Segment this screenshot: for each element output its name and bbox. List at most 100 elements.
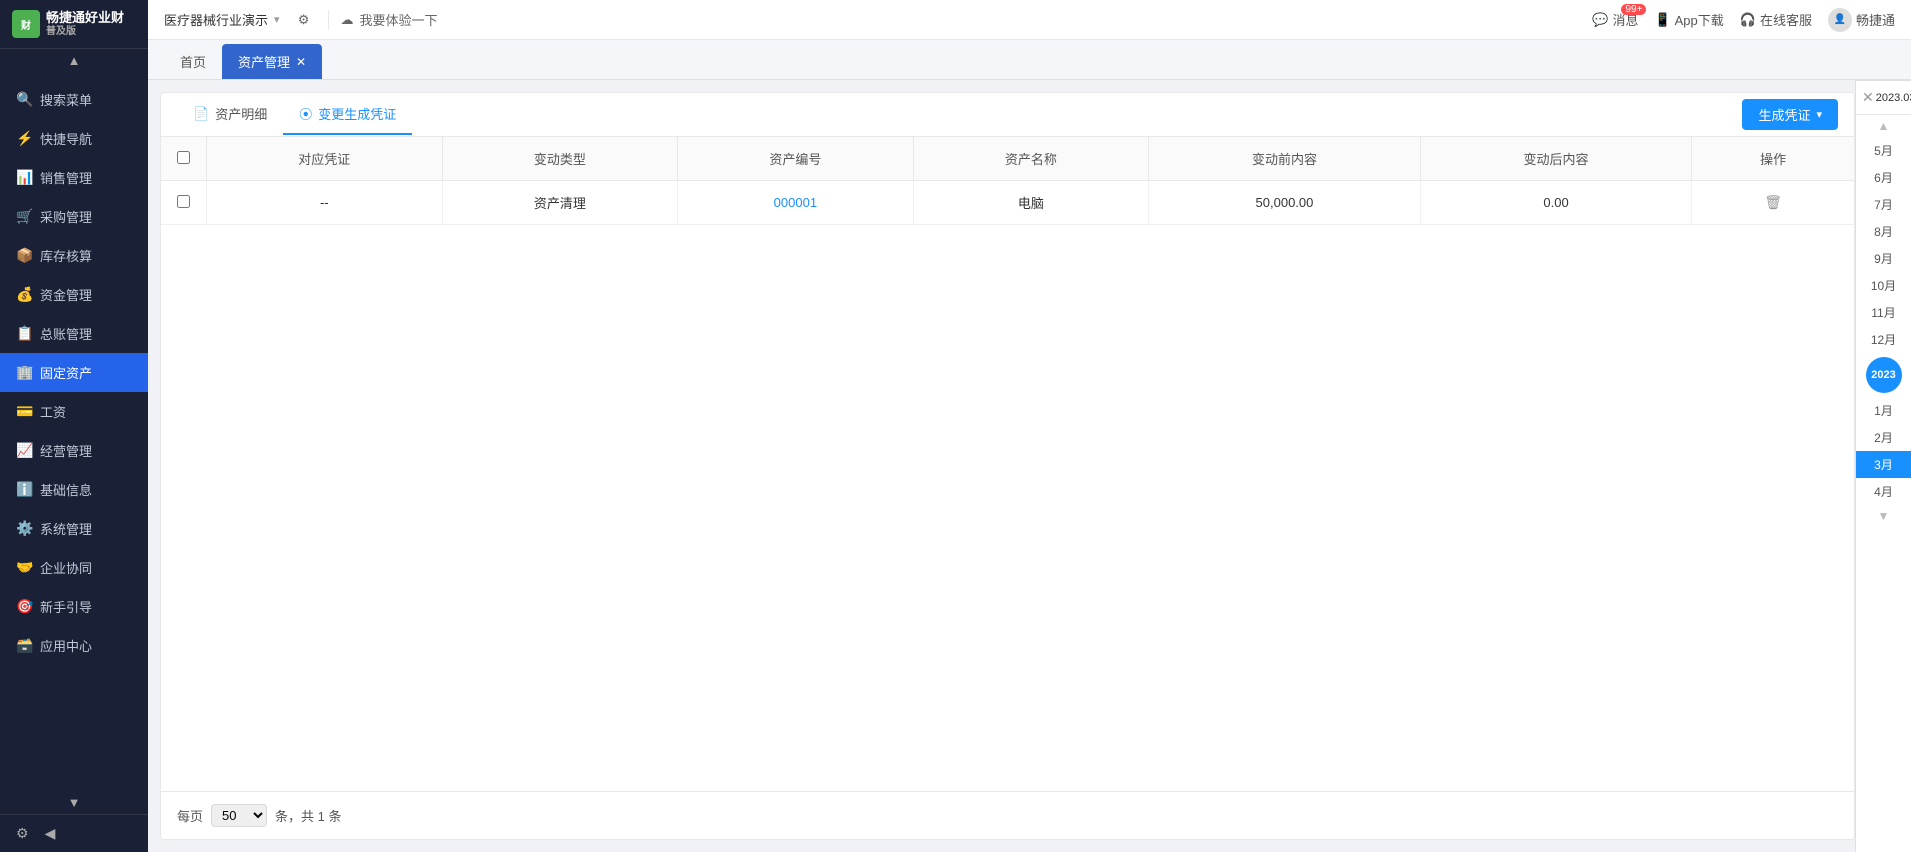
tabbar: 首页 资产管理 ✕ xyxy=(148,40,1911,80)
row-checkbox[interactable] xyxy=(177,195,190,208)
app-center-icon: 🗃️ xyxy=(16,637,32,654)
sidebar-item-label: 快捷导航 xyxy=(40,129,92,148)
basic-info-icon: ℹ️ xyxy=(16,481,32,498)
topbar: 医疗器械行业演示 ▾ ⚙ ☁ 我要体验一下 💬 消息 99+ 📱 App下载 🎧… xyxy=(148,0,1911,40)
month-jul-2022[interactable]: 7月 xyxy=(1856,191,1911,218)
month-dec-2022[interactable]: 12月 xyxy=(1856,326,1911,353)
delete-icon[interactable]: 🗑 xyxy=(1764,194,1782,210)
col-checkbox xyxy=(161,137,207,181)
sidebar-item-ledger[interactable]: 📋 总账管理 xyxy=(0,314,148,353)
topbar-divider xyxy=(328,10,329,30)
customer-service-label: 在线客服 xyxy=(1760,10,1812,29)
topbar-right: 💬 消息 99+ 📱 App下载 🎧 在线客服 👤 畅捷通 xyxy=(1592,8,1895,32)
sidebar-item-inventory[interactable]: 📦 库存核算 xyxy=(0,236,148,275)
panel-close-button[interactable]: ✕ xyxy=(1860,89,1876,106)
generate-voucher-button[interactable]: 生成凭证 ▾ xyxy=(1742,99,1838,130)
messages-button[interactable]: 💬 消息 99+ xyxy=(1592,10,1638,29)
app-download-label: App下载 xyxy=(1675,10,1724,29)
dropdown-arrow-icon: ▾ xyxy=(1816,108,1822,121)
generate-label: 生成凭证 xyxy=(1758,105,1810,124)
month-nov-2022[interactable]: 11月 xyxy=(1856,299,1911,326)
month-sep-2022[interactable]: 9月 xyxy=(1856,245,1911,272)
tab-home[interactable]: 首页 xyxy=(164,44,222,79)
sidebar-item-fixed-assets[interactable]: 🏢 固定资产 xyxy=(0,353,148,392)
panel-year-label: 2023.03 xyxy=(1876,92,1911,104)
scroll-up-arrow[interactable]: ▲ xyxy=(1878,115,1890,137)
sidebar-scroll-down[interactable]: ▼ xyxy=(0,791,148,814)
row-asset-no: 000001 xyxy=(678,181,914,225)
month-oct-2022[interactable]: 10月 xyxy=(1856,272,1911,299)
month-may-2022[interactable]: 5月 xyxy=(1856,137,1911,164)
customer-service-button[interactable]: 🎧 在线客服 xyxy=(1740,10,1812,29)
operations-icon: 📈 xyxy=(16,442,32,459)
month-mar-2023[interactable]: 3月 xyxy=(1856,451,1911,478)
subtab-change-voucher[interactable]: ⦿ 变更生成凭证 xyxy=(283,94,412,135)
tab-home-label: 首页 xyxy=(180,55,206,70)
month-jun-2022[interactable]: 6月 xyxy=(1856,164,1911,191)
system-icon: ⚙️ xyxy=(16,520,32,537)
sidebar-scroll-up[interactable]: ▲ xyxy=(0,49,148,72)
tab-asset-management[interactable]: 资产管理 ✕ xyxy=(222,44,322,79)
row-change-type: 资产清理 xyxy=(442,181,678,225)
company-selector[interactable]: 医疗器械行业演示 ▾ xyxy=(164,10,280,29)
sidebar-item-app-center[interactable]: 🗃️ 应用中心 xyxy=(0,626,148,665)
row-asset-name: 电脑 xyxy=(913,181,1149,225)
col-voucher: 对应凭证 xyxy=(207,137,443,181)
sidebar-item-quicknav[interactable]: ⚡ 快捷导航 xyxy=(0,119,148,158)
subtab-detail-label: 资产明细 xyxy=(215,104,267,123)
sidebar-item-basic-info[interactable]: ℹ️ 基础信息 xyxy=(0,470,148,509)
row-voucher: -- xyxy=(207,181,443,225)
settings-bottom-icon[interactable]: ⚙ xyxy=(16,825,29,842)
sidebar-item-sales[interactable]: 📊 销售管理 xyxy=(0,158,148,197)
experience-label: 我要体验一下 xyxy=(360,10,438,29)
quicknav-icon: ⚡ xyxy=(16,130,32,147)
scroll-down-arrow[interactable]: ▼ xyxy=(1878,505,1890,527)
cloud-icon: ☁ xyxy=(341,12,354,28)
salary-icon: 💳 xyxy=(16,403,32,420)
subtab-asset-detail[interactable]: 📄 资产明细 xyxy=(177,94,283,135)
year-2023-badge[interactable]: 2023 xyxy=(1866,357,1902,393)
row-checkbox-cell xyxy=(161,181,207,225)
purchase-icon: 🛒 xyxy=(16,208,32,225)
per-page-label: 每页 xyxy=(177,806,203,825)
month-jan-2023[interactable]: 1月 xyxy=(1856,397,1911,424)
sidebar-nav: 🔍 搜索菜单 ⚡ 快捷导航 📊 销售管理 🛒 采购管理 📦 库存核算 💰 资金管… xyxy=(0,72,148,791)
app-download-button[interactable]: 📱 App下载 xyxy=(1654,10,1723,29)
sidebar-item-salary[interactable]: 💳 工资 xyxy=(0,392,148,431)
select-all-checkbox[interactable] xyxy=(177,151,190,164)
sidebar-item-guide[interactable]: 🎯 新手引导 xyxy=(0,587,148,626)
pagination: 每页 10 20 50 100 条，共 1 条 xyxy=(161,791,1854,839)
row-action: 🗑 xyxy=(1692,181,1854,225)
sidebar-item-funds[interactable]: 💰 资金管理 xyxy=(0,275,148,314)
user-avatar[interactable]: 👤 畅捷通 xyxy=(1828,8,1895,32)
table-container: 对应凭证 变动类型 资产编号 资产名称 变动前内容 变动后内容 操作 xyxy=(161,137,1854,791)
avatar-icon: 👤 xyxy=(1828,8,1852,32)
per-page-select[interactable]: 10 20 50 100 xyxy=(211,804,267,827)
sidebar-item-purchase[interactable]: 🛒 采购管理 xyxy=(0,197,148,236)
total-label: 条，共 1 条 xyxy=(275,806,341,825)
sales-icon: 📊 xyxy=(16,169,32,186)
sidebar-item-label: 基础信息 xyxy=(40,480,92,499)
sidebar-item-operations[interactable]: 📈 经营管理 xyxy=(0,431,148,470)
topbar-settings-button[interactable]: ⚙ xyxy=(292,8,316,32)
month-feb-2023[interactable]: 2月 xyxy=(1856,424,1911,451)
sidebar-item-system[interactable]: ⚙️ 系统管理 xyxy=(0,509,148,548)
enterprise-icon: 🤝 xyxy=(16,559,32,576)
month-aug-2022[interactable]: 8月 xyxy=(1856,218,1911,245)
message-icon: 💬 xyxy=(1592,12,1608,28)
panel-inner: ▲ 5月 6月 7月 8月 9月 10月 11月 12月 2023 1月 2月 … xyxy=(1856,115,1911,852)
month-apr-2023[interactable]: 4月 xyxy=(1856,478,1911,505)
collapse-icon[interactable]: ◀ xyxy=(45,825,56,842)
messages-badge: 99+ xyxy=(1621,4,1646,15)
tab-close-icon[interactable]: ✕ xyxy=(296,55,306,69)
sidebar-item-search[interactable]: 🔍 搜索菜单 xyxy=(0,80,148,119)
ledger-icon: 📋 xyxy=(16,325,32,342)
row-before: 50,000.00 xyxy=(1149,181,1421,225)
table-row: -- 资产清理 000001 电脑 50,000.00 0.00 🗑 xyxy=(161,181,1854,225)
sidebar-item-enterprise[interactable]: 🤝 企业协同 xyxy=(0,548,148,587)
year-2023-section: 2023 xyxy=(1856,353,1911,397)
experience-button[interactable]: ☁ 我要体验一下 xyxy=(341,10,438,29)
sidebar-item-label: 采购管理 xyxy=(40,207,92,226)
col-after: 变动后内容 xyxy=(1420,137,1692,181)
sidebar-item-label: 系统管理 xyxy=(40,519,92,538)
